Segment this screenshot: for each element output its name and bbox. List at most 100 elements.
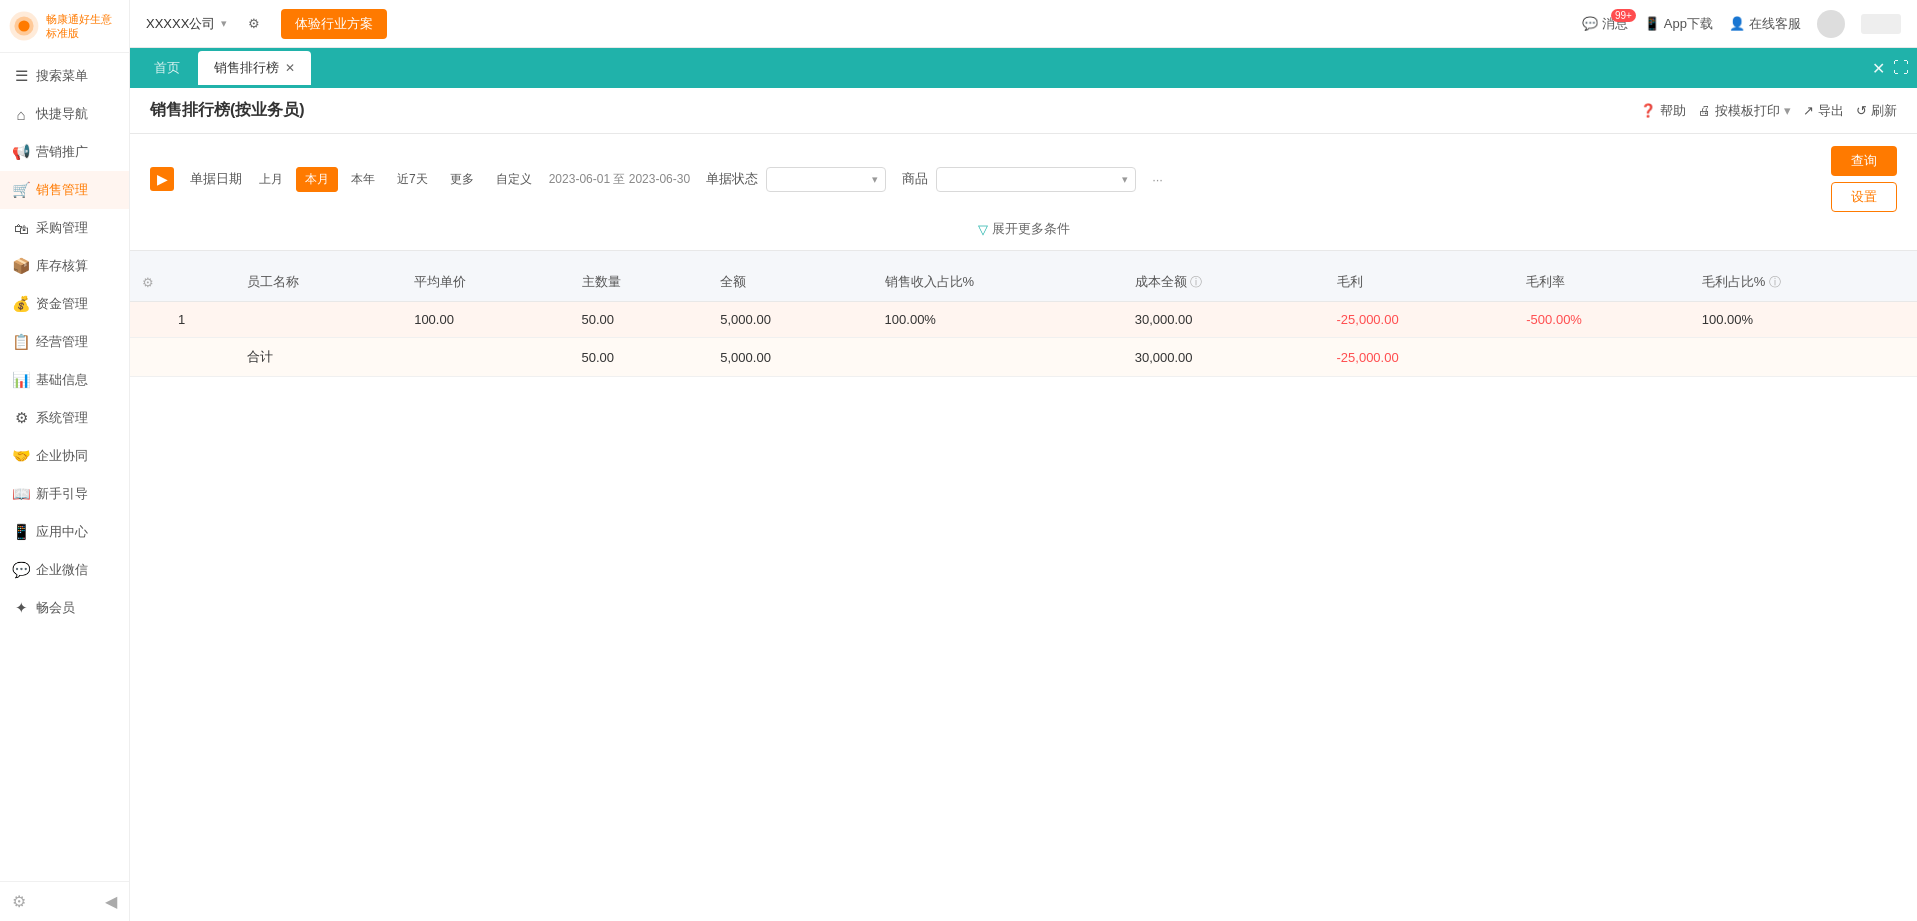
help-button[interactable]: ❓ 帮助 bbox=[1640, 102, 1686, 120]
footer-cell-cost: 30,000.00 bbox=[1123, 338, 1325, 377]
sidebar-item-finance[interactable]: 💰 资金管理 bbox=[0, 285, 129, 323]
settings-button[interactable]: 设置 bbox=[1831, 182, 1897, 212]
sidebar-menu: ☰ 搜索菜单 ⌂ 快捷导航 📢 营销推广 🛒 销售管理 🛍 采购管理 📦 库存核… bbox=[0, 53, 129, 881]
cell-sales-pct: 100.00% bbox=[873, 302, 1123, 338]
table-settings-icon[interactable]: ⚙ bbox=[142, 275, 154, 290]
table-footer: 合计 50.00 5,000.00 30,000.00 -25,000.00 bbox=[130, 338, 1917, 377]
message-badge: 99+ bbox=[1611, 9, 1636, 22]
sidebar-label-search-order: 搜索菜单 bbox=[36, 67, 88, 85]
tab-maximize-icon[interactable]: ⛶ bbox=[1893, 59, 1909, 77]
gross-pct-help-icon[interactable]: ⓘ bbox=[1769, 275, 1781, 289]
sidebar-item-appstore[interactable]: 📱 应用中心 bbox=[0, 513, 129, 551]
col-rank-header bbox=[166, 263, 235, 302]
tab-close-icon[interactable]: ✕ bbox=[285, 61, 295, 75]
date-tab-current-month[interactable]: 本月 bbox=[296, 167, 338, 192]
goods-filter-group: 商品 bbox=[902, 167, 1136, 192]
sidebar-item-sales[interactable]: 🛒 销售管理 bbox=[0, 171, 129, 209]
sidebar-icon-marketing: 📢 bbox=[12, 143, 30, 161]
status-label: 单据状态 bbox=[706, 170, 758, 188]
print-chevron-icon: ▾ bbox=[1784, 103, 1791, 118]
expand-conditions-button[interactable]: ▽ 展开更多条件 bbox=[978, 220, 1070, 238]
date-tab-more[interactable]: 更多 bbox=[441, 167, 483, 192]
service-label: 在线客服 bbox=[1749, 15, 1801, 33]
page-actions: ❓ 帮助 🖨 按模板打印 ▾ ↗ 导出 ↺ 刷新 bbox=[1640, 102, 1897, 120]
cell-row-settings bbox=[130, 302, 166, 338]
sidebar-item-collab[interactable]: 🤝 企业协同 bbox=[0, 437, 129, 475]
footer-cell-sales-pct bbox=[873, 338, 1123, 377]
date-filter-group: 单据日期 上月 本月 本年 近7天 更多 自定义 2023-06-01 至 20… bbox=[190, 167, 690, 192]
refresh-label: 刷新 bbox=[1871, 102, 1897, 120]
tab-home-label: 首页 bbox=[154, 59, 180, 77]
cell-gross: -25,000.00 bbox=[1325, 302, 1515, 338]
print-icon: 🖨 bbox=[1698, 103, 1711, 118]
sidebar-icon-purchase: 🛍 bbox=[12, 219, 30, 237]
status-select[interactable] bbox=[766, 167, 886, 192]
sidebar: 畅康通好生意 标准版 ☰ 搜索菜单 ⌂ 快捷导航 📢 营销推广 🛒 销售管理 🛍… bbox=[0, 0, 130, 921]
sidebar-item-system[interactable]: ⚙ 系统管理 bbox=[0, 399, 129, 437]
sidebar-item-quick-nav[interactable]: ⌂ 快捷导航 bbox=[0, 95, 129, 133]
app-download-button[interactable]: 📱 App下载 bbox=[1644, 15, 1713, 33]
sidebar-item-inventory[interactable]: 📦 库存核算 bbox=[0, 247, 129, 285]
sidebar-icon-ops: 📋 bbox=[12, 333, 30, 351]
message-button[interactable]: 💬 消息 99+ bbox=[1582, 15, 1628, 33]
cell-avg-price: 100.00 bbox=[402, 302, 569, 338]
logo-text-line1: 畅康通好生意 bbox=[46, 12, 112, 26]
collapse-sidebar-icon[interactable]: ◀ bbox=[105, 892, 117, 911]
sidebar-item-search-order[interactable]: ☰ 搜索菜单 bbox=[0, 57, 129, 95]
sidebar-label-wechat: 企业微信 bbox=[36, 561, 88, 579]
footer-cell-amount: 5,000.00 bbox=[708, 338, 872, 377]
date-tab-current-year[interactable]: 本年 bbox=[342, 167, 384, 192]
footer-cell-main-qty: 50.00 bbox=[570, 338, 709, 377]
filter-toggle-button[interactable]: ▶ bbox=[150, 167, 174, 191]
trial-button[interactable]: 体验行业方案 bbox=[281, 9, 387, 39]
sidebar-icon-member: ✦ bbox=[12, 599, 30, 617]
sidebar-label-member: 畅会员 bbox=[36, 599, 75, 617]
date-tab-custom[interactable]: 自定义 bbox=[487, 167, 541, 192]
tab-home[interactable]: 首页 bbox=[138, 51, 196, 85]
help-label: 帮助 bbox=[1660, 102, 1686, 120]
goods-select[interactable] bbox=[936, 167, 1136, 192]
tab-sales-rank[interactable]: 销售排行榜 ✕ bbox=[198, 51, 311, 85]
sidebar-item-wechat[interactable]: 💬 企业微信 bbox=[0, 551, 129, 589]
sidebar-label-finance: 资金管理 bbox=[36, 295, 88, 313]
settings-bottom-icon[interactable]: ⚙ bbox=[12, 892, 26, 911]
date-tab-prev-month[interactable]: 上月 bbox=[250, 167, 292, 192]
sidebar-item-purchase[interactable]: 🛍 采购管理 bbox=[0, 209, 129, 247]
user-avatar[interactable] bbox=[1817, 10, 1845, 38]
sales-rank-table: ⚙ 员工名称 平均单价 主数量 全额 销售收入占比% 成本全额 ⓘ 毛利 毛利率 bbox=[130, 263, 1917, 377]
footer-cell-gross: -25,000.00 bbox=[1325, 338, 1515, 377]
filter-more-icon[interactable]: ··· bbox=[1152, 172, 1163, 187]
status-select-wrapper bbox=[766, 167, 886, 192]
sidebar-item-guide[interactable]: 📖 新手引导 bbox=[0, 475, 129, 513]
topbar-gear-button[interactable]: ⚙ bbox=[239, 9, 269, 39]
company-name: XXXXX公司 bbox=[146, 15, 215, 33]
sidebar-item-basic[interactable]: 📊 基础信息 bbox=[0, 361, 129, 399]
sidebar-item-member[interactable]: ✦ 畅会员 bbox=[0, 589, 129, 627]
cell-rank: 1 bbox=[166, 302, 235, 338]
sidebar-icon-quick-nav: ⌂ bbox=[12, 105, 30, 123]
user-name-placeholder bbox=[1861, 14, 1901, 34]
query-button[interactable]: 查询 bbox=[1831, 146, 1897, 176]
company-select[interactable]: XXXXX公司 ▾ bbox=[146, 15, 227, 33]
service-icon: 👤 bbox=[1729, 16, 1745, 31]
sidebar-label-sales: 销售管理 bbox=[36, 181, 88, 199]
cost-help-icon[interactable]: ⓘ bbox=[1190, 275, 1202, 289]
date-tabs: 上月 本月 本年 近7天 更多 自定义 bbox=[250, 167, 541, 192]
sidebar-label-marketing: 营销推广 bbox=[36, 143, 88, 161]
sidebar-item-ops[interactable]: 📋 经营管理 bbox=[0, 323, 129, 361]
sidebar-label-appstore: 应用中心 bbox=[36, 523, 88, 541]
sidebar-icon-collab: 🤝 bbox=[12, 447, 30, 465]
sidebar-item-marketing[interactable]: 📢 营销推广 bbox=[0, 133, 129, 171]
export-button[interactable]: ↗ 导出 bbox=[1803, 102, 1844, 120]
col-gross-pct-header: 毛利占比% ⓘ bbox=[1690, 263, 1917, 302]
print-button[interactable]: 🖨 按模板打印 ▾ bbox=[1698, 102, 1791, 120]
sidebar-label-inventory: 库存核算 bbox=[36, 257, 88, 275]
tabbar-actions: ✕ ⛶ bbox=[1872, 59, 1909, 78]
date-tab-7days[interactable]: 近7天 bbox=[388, 167, 437, 192]
tab-close-all-icon[interactable]: ✕ bbox=[1872, 59, 1885, 78]
online-service-button[interactable]: 👤 在线客服 bbox=[1729, 15, 1801, 33]
refresh-button[interactable]: ↺ 刷新 bbox=[1856, 102, 1897, 120]
filter-area: ▶ 单据日期 上月 本月 本年 近7天 更多 自定义 2023-06-01 至 … bbox=[130, 134, 1917, 251]
sidebar-label-basic: 基础信息 bbox=[36, 371, 88, 389]
filter-row: ▶ 单据日期 上月 本月 本年 近7天 更多 自定义 2023-06-01 至 … bbox=[150, 146, 1897, 212]
